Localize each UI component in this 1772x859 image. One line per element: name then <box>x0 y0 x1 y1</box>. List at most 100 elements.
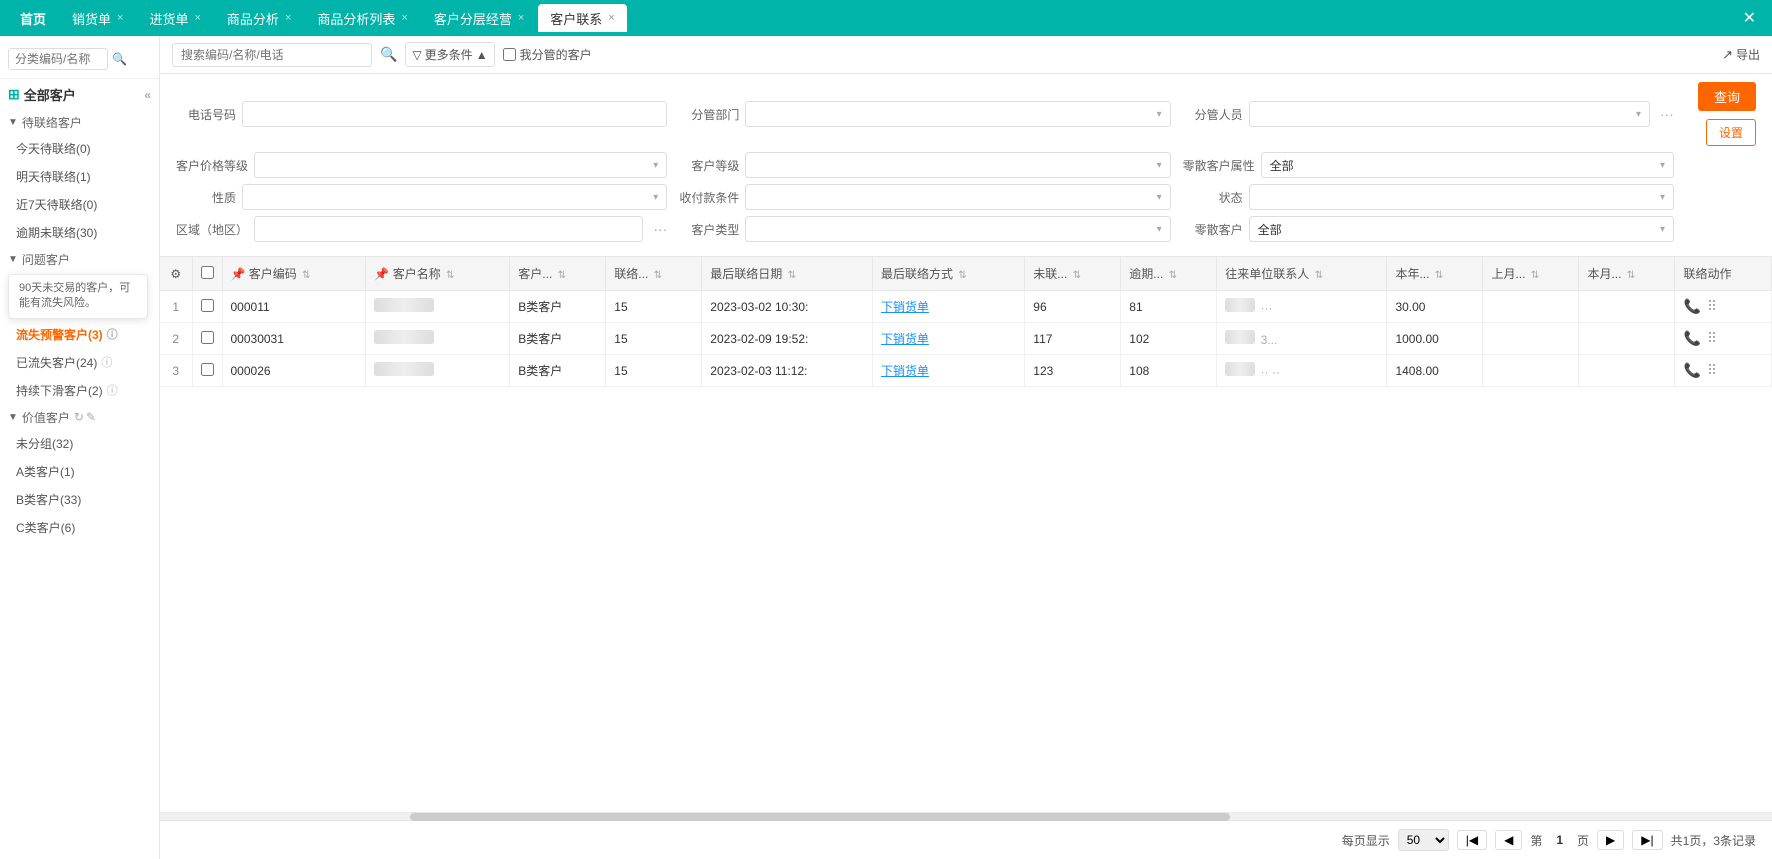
tab-customer-mgmt[interactable]: 客户分层经营 × <box>422 4 536 32</box>
col-type[interactable]: 客户... ⇅ <box>510 257 606 291</box>
tab-product-list[interactable]: 商品分析列表 × <box>305 4 419 32</box>
more-conditions-button[interactable]: ▽ 更多条件 ▲ <box>405 42 494 67</box>
col-this-month[interactable]: 本月... ⇅ <box>1579 257 1675 291</box>
col-contact[interactable]: 联络... ⇅ <box>606 257 702 291</box>
close-product-analysis-tab[interactable]: × <box>285 12 291 24</box>
phone-input[interactable] <box>242 101 667 127</box>
sidebar-search-input[interactable] <box>8 48 108 70</box>
sort-this-year-icon[interactable]: ⇅ <box>1435 270 1443 281</box>
zero-customer-select[interactable]: 全部 ▾ <box>1249 216 1674 242</box>
col-checkbox[interactable] <box>192 257 222 291</box>
col-unit-contact[interactable]: 往来单位联系人 ⇅ <box>1217 257 1387 291</box>
next-page-button[interactable]: ▶ <box>1597 830 1624 850</box>
row-checkbox-3[interactable] <box>192 355 222 387</box>
customer-type-select[interactable]: ▾ <box>745 216 1170 242</box>
more-action-icon-1[interactable]: ⠿ <box>1707 298 1717 315</box>
contact-icon-3[interactable]: 📞 <box>1683 362 1700 379</box>
person-select[interactable]: ▾ <box>1249 101 1650 127</box>
close-product-list-tab[interactable]: × <box>401 12 407 24</box>
customer-level-select[interactable]: ▾ <box>745 152 1170 178</box>
sidebar-all-customers[interactable]: ⊞ 全部客户 « <box>0 79 159 110</box>
col-last-month[interactable]: 上月... ⇅ <box>1483 257 1579 291</box>
sort-unit-contact-icon[interactable]: ⇅ <box>1315 270 1323 281</box>
sidebar-item-today[interactable]: 今天待联络(0) <box>0 135 159 163</box>
dept-select[interactable]: ▾ <box>745 101 1170 127</box>
col-settings[interactable]: ⚙ <box>160 257 192 291</box>
horizontal-scrollbar[interactable] <box>160 812 1772 820</box>
col-overdue[interactable]: 逾期... ⇅ <box>1121 257 1217 291</box>
sidebar-item-overdue[interactable]: 逾期未联络(30) <box>0 219 159 247</box>
sort-this-month-icon[interactable]: ⇅ <box>1627 270 1635 281</box>
sidebar-section-pending[interactable]: ▼ 待联络客户 <box>0 110 159 135</box>
more-action-icon-2[interactable]: ⠿ <box>1707 330 1717 347</box>
sort-last-month-icon[interactable]: ⇅ <box>1531 270 1539 281</box>
close-all-tabs[interactable]: ✕ <box>1735 4 1764 32</box>
col-last-method[interactable]: 最后联络方式 ⇅ <box>872 257 1024 291</box>
sidebar-item-ungrouped[interactable]: 未分组(32) <box>0 430 159 458</box>
query-button[interactable]: 查询 <box>1698 82 1756 111</box>
sidebar-item-tomorrow[interactable]: 明天待联络(1) <box>0 163 159 191</box>
sort-uncontacted-icon[interactable]: ⇅ <box>1073 270 1081 281</box>
row-checkbox-2[interactable] <box>192 323 222 355</box>
select-all-checkbox[interactable] <box>201 266 214 279</box>
nature-select[interactable]: ▾ <box>242 184 667 210</box>
sort-overdue-icon[interactable]: ⇅ <box>1169 270 1177 281</box>
row-3-checkbox[interactable] <box>201 363 214 376</box>
sidebar-search-icon[interactable]: 🔍 <box>112 52 127 66</box>
search-button[interactable]: 🔍 <box>380 46 397 63</box>
sort-type-icon[interactable]: ⇅ <box>558 270 566 281</box>
prev-page-button[interactable]: ◀ <box>1495 830 1522 850</box>
close-customer-contact-tab[interactable]: × <box>608 12 614 24</box>
last-page-button[interactable]: ▶| <box>1632 830 1662 850</box>
contact-icon-2[interactable]: 📞 <box>1683 330 1700 347</box>
refresh-icon[interactable]: ↻ <box>74 410 84 424</box>
col-code[interactable]: 📌 客户编码 ⇅ <box>222 257 366 291</box>
last-method-link-3[interactable]: 下销货单 <box>881 364 929 378</box>
tab-home[interactable]: 首页 <box>8 4 58 32</box>
col-name[interactable]: 📌 客户名称 ⇅ <box>366 257 510 291</box>
sidebar-section-problem[interactable]: ▼ 问题客户 <box>0 247 159 272</box>
sidebar-item-class-c[interactable]: C类客户(6) <box>0 514 159 542</box>
region-more-icon[interactable]: ··· <box>653 221 667 237</box>
col-this-year[interactable]: 本年... ⇅ <box>1387 257 1483 291</box>
first-page-button[interactable]: |◀ <box>1457 830 1487 850</box>
close-purchase-tab[interactable]: × <box>194 12 200 24</box>
row-checkbox-1[interactable] <box>192 291 222 323</box>
managed-checkbox[interactable] <box>503 48 516 61</box>
zero-attr-select[interactable]: 全部 ▾ <box>1261 152 1674 178</box>
sort-last-date-icon[interactable]: ⇅ <box>788 270 796 281</box>
contact-icon-1[interactable]: 📞 <box>1683 298 1700 315</box>
tab-sales[interactable]: 销货单 × <box>60 4 135 32</box>
sort-contact-icon[interactable]: ⇅ <box>654 270 662 281</box>
price-level-select[interactable]: ▾ <box>254 152 667 178</box>
row-1-checkbox[interactable] <box>201 299 214 312</box>
sidebar-item-class-a[interactable]: A类客户(1) <box>0 458 159 486</box>
per-page-select[interactable]: 50 100 200 <box>1398 829 1449 851</box>
sidebar-item-7days[interactable]: 近7天待联络(0) <box>0 191 159 219</box>
tab-product-analysis[interactable]: 商品分析 × <box>215 4 303 32</box>
tab-customer-contact[interactable]: 客户联系 × <box>538 4 626 32</box>
last-method-link-2[interactable]: 下销货单 <box>881 332 929 346</box>
sidebar-item-class-b[interactable]: B类客户(33) <box>0 486 159 514</box>
setting-button[interactable]: 设置 <box>1706 119 1756 146</box>
managed-filter[interactable]: 我分管的客户 <box>503 46 592 63</box>
payment-select[interactable]: ▾ <box>745 184 1170 210</box>
sidebar-item-declining[interactable]: 持续下滑客户(2) ⓘ <box>0 377 159 405</box>
export-button[interactable]: ↗ 导出 <box>1722 46 1760 63</box>
sidebar-item-churn-warning[interactable]: 流失预警客户(3) ⓘ <box>0 321 159 349</box>
tab-purchase[interactable]: 进货单 × <box>137 4 212 32</box>
close-customer-mgmt-tab[interactable]: × <box>518 12 524 24</box>
person-more-icon[interactable]: ··· <box>1660 106 1674 122</box>
region-select[interactable] <box>254 216 643 242</box>
status-select[interactable]: ▾ <box>1249 184 1674 210</box>
scrollbar-thumb[interactable] <box>410 813 1230 821</box>
collapse-sidebar-icon[interactable]: « <box>144 88 151 102</box>
last-method-link-1[interactable]: 下销货单 <box>881 300 929 314</box>
col-last-date[interactable]: 最后联络日期 ⇅ <box>702 257 873 291</box>
search-input[interactable] <box>172 43 372 67</box>
more-action-icon-3[interactable]: ⠿ <box>1707 362 1717 379</box>
row-2-checkbox[interactable] <box>201 331 214 344</box>
sort-last-method-icon[interactable]: ⇅ <box>958 270 966 281</box>
col-uncontacted[interactable]: 未联... ⇅ <box>1025 257 1121 291</box>
close-sales-tab[interactable]: × <box>117 12 123 24</box>
